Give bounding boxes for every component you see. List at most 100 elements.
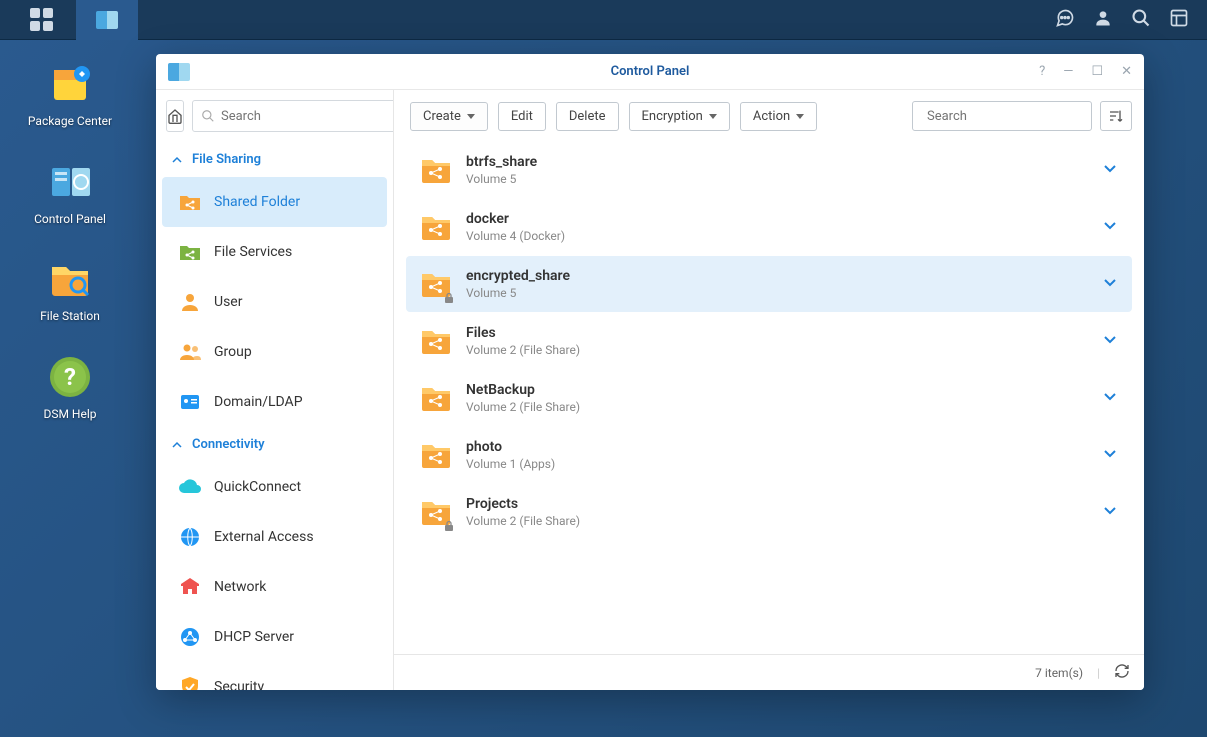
sort-button[interactable] bbox=[1100, 101, 1132, 131]
folder-name: Projects bbox=[466, 496, 1088, 512]
nav-item-user[interactable]: User bbox=[162, 277, 387, 327]
app-label: Control Panel bbox=[34, 212, 106, 228]
nav-item-quickconnect[interactable]: QuickConnect bbox=[162, 462, 387, 512]
window-icon bbox=[168, 63, 190, 81]
sidebar-search-input[interactable] bbox=[221, 109, 387, 124]
row-text: docker Volume 4 (Docker) bbox=[466, 211, 1088, 243]
main-menu-button[interactable] bbox=[10, 0, 72, 40]
item-count: 7 item(s) bbox=[1035, 666, 1083, 680]
footer: 7 item(s) | bbox=[394, 654, 1144, 690]
taskbar-right bbox=[1055, 8, 1197, 32]
desktop-icon-package-center[interactable]: Package Center bbox=[20, 60, 120, 130]
chevron-down-icon bbox=[1102, 160, 1118, 176]
network-icon bbox=[178, 575, 202, 599]
search-icon bbox=[201, 109, 215, 123]
help-button[interactable]: ? bbox=[1039, 64, 1045, 79]
folder-volume: Volume 5 bbox=[466, 286, 1088, 300]
expand-chevron[interactable] bbox=[1102, 274, 1118, 294]
nav-item-network[interactable]: Network bbox=[162, 562, 387, 612]
lock-icon bbox=[443, 517, 455, 529]
chevron-down-icon bbox=[467, 114, 475, 119]
taskbar-control-panel[interactable] bbox=[76, 0, 138, 40]
divider: | bbox=[1097, 666, 1100, 680]
maximize-button[interactable]: ☐ bbox=[1091, 64, 1103, 79]
nav-label: DHCP Server bbox=[214, 629, 294, 645]
nav-item-security[interactable]: Security bbox=[162, 662, 387, 690]
shared-folder-row[interactable]: Projects Volume 2 (File Share) bbox=[406, 484, 1132, 540]
main-search-input[interactable] bbox=[927, 109, 1093, 124]
shared-folder-row[interactable]: btrfs_share Volume 5 bbox=[406, 142, 1132, 198]
create-button[interactable]: Create bbox=[410, 102, 488, 131]
user-icon bbox=[178, 290, 202, 314]
chevron-up-icon bbox=[172, 155, 182, 165]
shared-folder-list: btrfs_share Volume 5 docker Volume 4 (Do… bbox=[394, 142, 1144, 654]
folder-volume: Volume 2 (File Share) bbox=[466, 514, 1088, 528]
shared-folder-icon bbox=[420, 327, 452, 355]
nav-label: Security bbox=[214, 679, 264, 690]
minimize-button[interactable]: — bbox=[1063, 64, 1073, 79]
shared-folder-icon bbox=[420, 156, 452, 184]
search-icon[interactable] bbox=[1131, 8, 1151, 32]
shared-folder-row[interactable]: Files Volume 2 (File Share) bbox=[406, 313, 1132, 369]
chevron-up-icon bbox=[172, 440, 182, 450]
nav-item-external-access[interactable]: External Access bbox=[162, 512, 387, 562]
app-icon bbox=[46, 255, 94, 303]
toolbar: Create Edit Delete Encryption Action bbox=[394, 90, 1144, 142]
shared-folder-icon bbox=[420, 213, 452, 241]
sidebar-search[interactable] bbox=[192, 100, 394, 132]
close-button[interactable]: ✕ bbox=[1121, 64, 1132, 79]
chat-icon[interactable] bbox=[1055, 8, 1075, 32]
refresh-icon bbox=[1114, 663, 1130, 679]
sidebar-top bbox=[156, 90, 393, 142]
main-panel: Create Edit Delete Encryption Action bbox=[394, 90, 1144, 690]
desktop-icon-dsm-help[interactable]: ?DSM Help bbox=[20, 353, 120, 423]
chevron-down-icon bbox=[1102, 217, 1118, 233]
chevron-down-icon bbox=[1102, 388, 1118, 404]
dhcp-icon bbox=[178, 625, 202, 649]
encryption-button[interactable]: Encryption bbox=[629, 102, 730, 131]
shared-folder-row[interactable]: encrypted_share Volume 5 bbox=[406, 256, 1132, 312]
nav-item-shared-folder[interactable]: Shared Folder bbox=[162, 177, 387, 227]
desktop-icons: Package Center Control Panel File Station?… bbox=[20, 60, 120, 422]
nav-label: External Access bbox=[214, 529, 314, 545]
shield-icon bbox=[178, 675, 202, 690]
window-title: Control Panel bbox=[611, 64, 690, 79]
action-button[interactable]: Action bbox=[740, 102, 817, 131]
shared-folder-icon bbox=[420, 384, 452, 412]
edit-button[interactable]: Edit bbox=[498, 102, 546, 131]
nav-item-domain-ldap[interactable]: Domain/LDAP bbox=[162, 377, 387, 427]
shared-folder-row[interactable]: photo Volume 1 (Apps) bbox=[406, 427, 1132, 483]
nav-label: User bbox=[214, 294, 242, 310]
row-text: Projects Volume 2 (File Share) bbox=[466, 496, 1088, 528]
shared-folder-row[interactable]: NetBackup Volume 2 (File Share) bbox=[406, 370, 1132, 426]
expand-chevron[interactable] bbox=[1102, 502, 1118, 522]
app-icon bbox=[46, 158, 94, 206]
expand-chevron[interactable] bbox=[1102, 217, 1118, 237]
folder-name: btrfs_share bbox=[466, 154, 1088, 170]
desktop-icon-control-panel[interactable]: Control Panel bbox=[20, 158, 120, 228]
expand-chevron[interactable] bbox=[1102, 445, 1118, 465]
section-header-file-sharing[interactable]: File Sharing bbox=[156, 142, 393, 177]
nav-item-dhcp-server[interactable]: DHCP Server bbox=[162, 612, 387, 662]
refresh-button[interactable] bbox=[1114, 663, 1130, 682]
nav-label: Shared Folder bbox=[214, 194, 300, 210]
home-button[interactable] bbox=[166, 100, 184, 132]
nav-label: File Services bbox=[214, 244, 292, 260]
main-search[interactable] bbox=[912, 101, 1092, 131]
expand-chevron[interactable] bbox=[1102, 388, 1118, 408]
desktop-icon-file-station[interactable]: File Station bbox=[20, 255, 120, 325]
section-title: File Sharing bbox=[192, 152, 261, 167]
expand-chevron[interactable] bbox=[1102, 331, 1118, 351]
widget-icon[interactable] bbox=[1169, 8, 1189, 32]
expand-chevron[interactable] bbox=[1102, 160, 1118, 180]
globe-icon bbox=[178, 525, 202, 549]
section-header-connectivity[interactable]: Connectivity bbox=[156, 427, 393, 462]
nav-item-file-services[interactable]: File Services bbox=[162, 227, 387, 277]
shared-folder-row[interactable]: docker Volume 4 (Docker) bbox=[406, 199, 1132, 255]
row-text: NetBackup Volume 2 (File Share) bbox=[466, 382, 1088, 414]
nav-item-group[interactable]: Group bbox=[162, 327, 387, 377]
folder-volume: Volume 2 (File Share) bbox=[466, 400, 1088, 414]
user-icon[interactable] bbox=[1093, 8, 1113, 32]
delete-button[interactable]: Delete bbox=[556, 102, 619, 131]
folder-volume: Volume 1 (Apps) bbox=[466, 457, 1088, 471]
